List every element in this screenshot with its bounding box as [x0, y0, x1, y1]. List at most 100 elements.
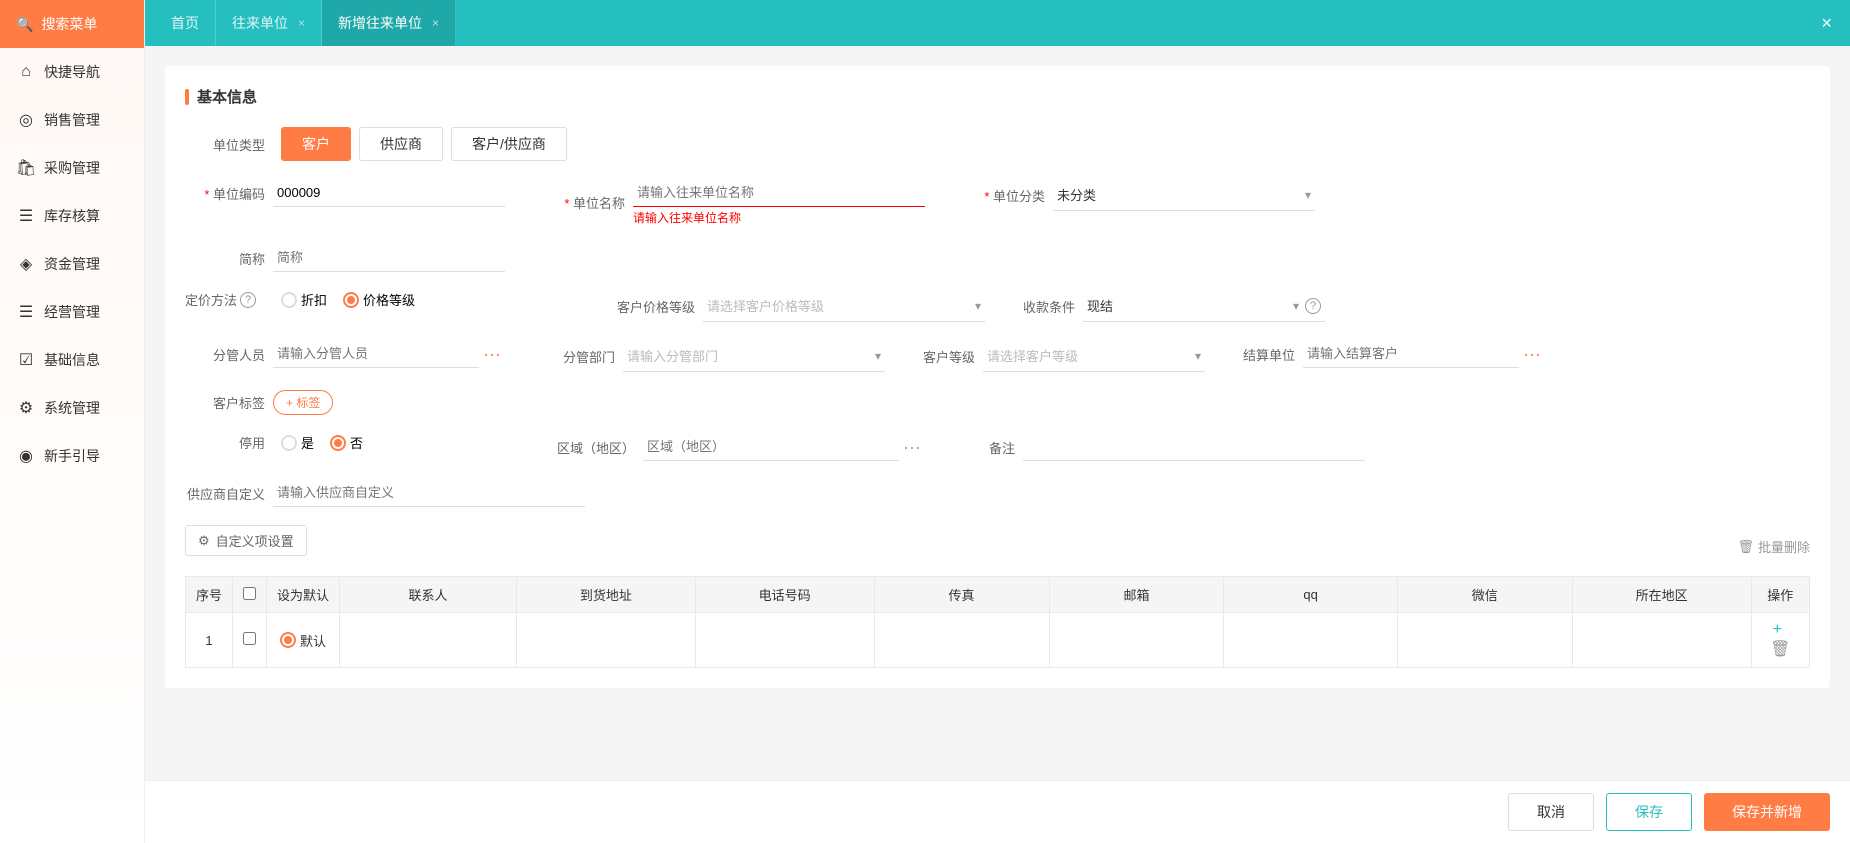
type-btn-supplier[interactable]: 供应商	[359, 127, 443, 161]
type-btn-customer[interactable]: 客户	[281, 127, 351, 161]
row-wechat[interactable]	[1397, 613, 1572, 668]
region-value-wrap: ···	[643, 433, 925, 461]
finance-icon: ◈	[16, 254, 36, 274]
department-select[interactable]: 请输入分管部门 ▾	[623, 340, 885, 372]
phone-input[interactable]	[706, 633, 864, 648]
region-more-btn[interactable]: ···	[899, 437, 925, 458]
sidebar-item-label: 新手引导	[44, 446, 100, 466]
cancel-button[interactable]: 取消	[1508, 793, 1594, 831]
manager-more-btn[interactable]: ···	[479, 344, 505, 365]
location-input[interactable]	[1583, 633, 1741, 648]
disabled-no-radio[interactable]: 否	[330, 433, 363, 452]
pricing-discount-radio[interactable]: 折扣	[281, 290, 327, 309]
row-disabled-region: 停用 是 否 区域（地区）	[185, 433, 1810, 461]
inventory-icon: ☰	[16, 206, 36, 226]
unit-type-group: 客户 供应商 客户/供应商	[281, 127, 567, 161]
contact-input[interactable]	[350, 633, 506, 648]
pricing-price-level-radio[interactable]: 价格等级	[343, 290, 415, 309]
abbreviation-input[interactable]	[273, 244, 505, 272]
sidebar-search[interactable]: 🔍 搜索菜单	[0, 0, 144, 48]
sidebar-item-basic[interactable]: ☑ 基础信息	[0, 336, 144, 384]
row-qq[interactable]	[1224, 613, 1397, 668]
unit-category-select[interactable]: 未分类 ▾	[1053, 179, 1315, 211]
customer-tag-label: 客户标签	[185, 393, 265, 412]
row-email[interactable]	[1049, 613, 1224, 668]
customer-level-select[interactable]: 请选择客户等级 ▾	[983, 340, 1205, 372]
save-add-button[interactable]: 保存并新增	[1704, 793, 1830, 831]
sidebar-item-quick-nav[interactable]: ⌂ 快捷导航	[0, 48, 144, 96]
disabled-no-label: 否	[350, 433, 363, 452]
tab-contacts[interactable]: 往来单位 ×	[216, 0, 322, 46]
trash-icon: 🗑	[1737, 539, 1754, 555]
sidebar-item-inventory[interactable]: ☰ 库存核算	[0, 192, 144, 240]
email-input[interactable]	[1060, 633, 1214, 648]
row-fax[interactable]	[874, 613, 1049, 668]
add-row-btn[interactable]: +	[1773, 621, 1782, 638]
tab-home[interactable]: 首页	[155, 0, 216, 46]
sidebar-item-label: 快捷导航	[44, 62, 100, 82]
row-checkbox[interactable]	[243, 632, 256, 645]
unit-name-input[interactable]	[633, 179, 925, 207]
guide-icon: ◉	[16, 446, 36, 466]
custom-settings-button[interactable]: ⚙ 自定义项设置	[185, 525, 307, 556]
manager-label: 分管人员	[185, 345, 265, 364]
sidebar-item-operations[interactable]: ☰ 经营管理	[0, 288, 144, 336]
manager-input[interactable]	[273, 340, 479, 368]
pricing-radio-group: 折扣 价格等级	[281, 290, 415, 309]
unit-code-input[interactable]	[273, 179, 505, 207]
contacts-table: 序号 设为默认 联系人 到货地址 电话号码 传真 邮箱 qq 微信 所在地区 操…	[185, 576, 1810, 668]
customer-level-dropdown-icon: ▾	[1195, 349, 1201, 363]
field-settlement-unit: 结算单位 ···	[1225, 340, 1545, 368]
address-input[interactable]	[527, 633, 685, 648]
delete-row-btn[interactable]: 🗑	[1770, 641, 1790, 658]
settlement-unit-input[interactable]	[1303, 340, 1519, 368]
field-department: 分管部门 请输入分管部门 ▾	[545, 340, 885, 372]
sidebar-item-label: 基础信息	[44, 350, 100, 370]
select-all-checkbox[interactable]	[243, 587, 256, 600]
row-phone[interactable]	[695, 613, 874, 668]
row-address[interactable]	[516, 613, 695, 668]
qq-input[interactable]	[1234, 633, 1386, 648]
payment-terms-select[interactable]: 现结 ▾ ?	[1083, 290, 1325, 322]
tab-contacts-close[interactable]: ×	[298, 16, 305, 30]
field-unit-category: 单位分类 未分类 ▾	[965, 179, 1315, 211]
th-location: 所在地区	[1572, 577, 1751, 613]
add-tag-button[interactable]: + 标签	[273, 390, 333, 415]
sidebar-item-guide[interactable]: ◉ 新手引导	[0, 432, 144, 480]
payment-help-icon[interactable]: ?	[1305, 298, 1321, 314]
settlement-more-btn[interactable]: ···	[1519, 344, 1545, 365]
section-title-text: 基本信息	[197, 86, 257, 107]
tab-bar-close-all[interactable]: ×	[1813, 13, 1840, 34]
row-contact[interactable]	[340, 613, 517, 668]
default-radio-circle	[280, 632, 296, 648]
price-level-dropdown-icon: ▾	[975, 299, 981, 313]
tab-new-contact-label: 新增往来单位	[338, 13, 422, 33]
customer-price-level-select[interactable]: 请选择客户价格等级 ▾	[703, 290, 985, 322]
type-btn-both[interactable]: 客户/供应商	[451, 127, 567, 161]
tab-new-contact-close[interactable]: ×	[432, 16, 439, 30]
table-section: ⚙ 自定义项设置 🗑 批量删除 序号 设为默认 联系人	[185, 525, 1810, 668]
supplier-custom-input[interactable]	[273, 479, 585, 507]
row-location[interactable]	[1572, 613, 1751, 668]
batch-delete-button[interactable]: 🗑 批量删除	[1737, 537, 1810, 556]
wechat-input[interactable]	[1408, 633, 1562, 648]
customer-level-label: 客户等级	[905, 347, 975, 366]
customer-level-value-wrap: 请选择客户等级 ▾	[983, 340, 1205, 372]
default-radio[interactable]: 默认	[277, 631, 329, 650]
tab-new-contact[interactable]: 新增往来单位 ×	[322, 0, 456, 46]
save-button[interactable]: 保存	[1606, 793, 1692, 831]
disabled-yes-radio[interactable]: 是	[281, 433, 314, 452]
home-icon: ⌂	[16, 62, 36, 82]
sidebar-item-purchase[interactable]: 🛍 采购管理	[0, 144, 144, 192]
remarks-input[interactable]	[1023, 433, 1365, 461]
unit-category-label: 单位分类	[965, 186, 1045, 205]
sidebar-item-sales[interactable]: ◎ 销售管理	[0, 96, 144, 144]
region-input[interactable]	[643, 433, 899, 461]
section-title-icon	[185, 89, 189, 105]
fax-input[interactable]	[885, 633, 1039, 648]
sidebar-item-system[interactable]: ⚙ 系统管理	[0, 384, 144, 432]
sidebar-item-finance[interactable]: ◈ 资金管理	[0, 240, 144, 288]
price-level-label: 价格等级	[363, 290, 415, 309]
pricing-help-icon[interactable]: ?	[240, 292, 256, 308]
field-unit-code: 单位编码	[185, 179, 505, 207]
